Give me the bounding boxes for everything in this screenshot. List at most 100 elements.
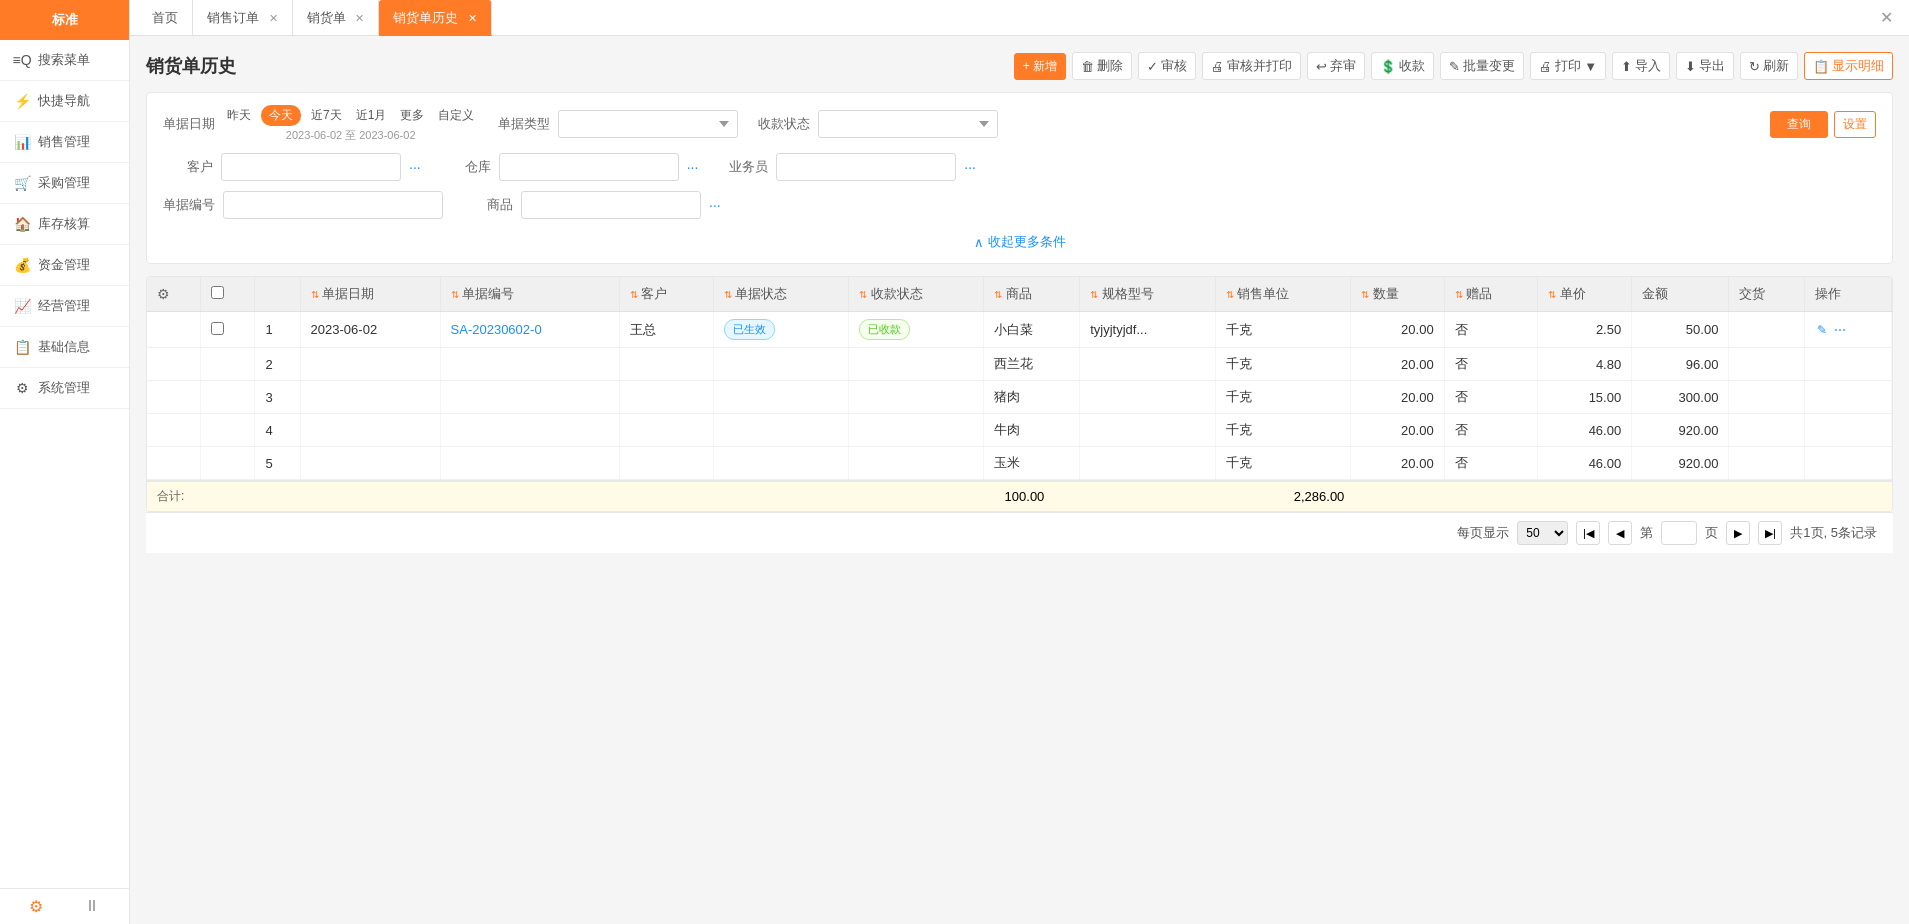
- export-button[interactable]: ⬇ 导出: [1676, 52, 1734, 80]
- customer-input[interactable]: [221, 153, 401, 181]
- show-detail-button[interactable]: 📋 显示明细: [1804, 52, 1893, 80]
- cell-gear: [147, 381, 201, 414]
- sidebar-item-purchase-mgmt[interactable]: 🛒 采购管理: [0, 163, 129, 204]
- cell-checkbox[interactable]: [201, 348, 255, 381]
- collect-status-select[interactable]: [818, 110, 998, 138]
- goods-ellipsis[interactable]: ···: [709, 197, 721, 213]
- th-amount: 金额: [1632, 277, 1729, 312]
- cell-goods: 西兰花: [984, 348, 1080, 381]
- th-checkbox[interactable]: [201, 277, 255, 312]
- cell-checkbox[interactable]: [201, 312, 255, 348]
- sidebar-item-finance[interactable]: 💰 资金管理: [0, 245, 129, 286]
- first-page-button[interactable]: |◀: [1576, 521, 1600, 545]
- tab-sales-delivery[interactable]: 销货单 ✕: [293, 0, 380, 36]
- new-button[interactable]: + 新增: [1014, 53, 1066, 80]
- query-button[interactable]: 查询: [1770, 111, 1828, 138]
- per-page-select[interactable]: 50 100 200: [1517, 521, 1568, 545]
- batch-change-button[interactable]: ✎ 批量变更: [1440, 52, 1524, 80]
- th-gift[interactable]: ⇅ 赠品: [1444, 277, 1538, 312]
- date-btn-custom[interactable]: 自定义: [434, 105, 478, 126]
- sidebar-item-ops[interactable]: 📈 经营管理: [0, 286, 129, 327]
- sales-rep-ellipsis[interactable]: ···: [964, 159, 976, 175]
- th-customer[interactable]: ⇅ 客户: [619, 277, 713, 312]
- collect-button[interactable]: 💲 收款: [1371, 52, 1434, 80]
- th-goods[interactable]: ⇅ 商品: [984, 277, 1080, 312]
- import-button[interactable]: ⬆ 导入: [1612, 52, 1670, 80]
- date-btn-7days[interactable]: 近7天: [307, 105, 346, 126]
- warehouse-input[interactable]: [499, 153, 679, 181]
- date-btn-today[interactable]: 今天: [261, 105, 301, 126]
- tab-sales-history[interactable]: 销货单历史 ✕: [379, 0, 492, 36]
- close-tab-sales-history[interactable]: ✕: [468, 12, 477, 24]
- th-transaction: 交货: [1729, 277, 1804, 312]
- prev-page-button[interactable]: ◀: [1608, 521, 1632, 545]
- th-doc-no[interactable]: ⇅ 单据编号: [440, 277, 619, 312]
- cell-doc-status: [713, 348, 848, 381]
- tab-sales-order[interactable]: 销售订单 ✕: [193, 0, 293, 36]
- cell-checkbox[interactable]: [201, 381, 255, 414]
- close-tab-sales-order[interactable]: ✕: [269, 12, 278, 24]
- delete-button[interactable]: 🗑 删除: [1072, 52, 1132, 80]
- th-doc-date[interactable]: ⇅ 单据日期: [300, 277, 440, 312]
- sidebar-item-basic-info[interactable]: 📋 基础信息: [0, 327, 129, 368]
- sidebar-item-sys-mgmt[interactable]: ⚙ 系统管理: [0, 368, 129, 409]
- doc-no-link[interactable]: SA-20230602-0: [451, 322, 542, 337]
- more-action[interactable]: ⋯: [1832, 321, 1848, 339]
- select-all-checkbox[interactable]: [211, 286, 224, 299]
- doc-no-input[interactable]: [223, 191, 443, 219]
- cell-action: [1804, 381, 1891, 414]
- audit-print-button[interactable]: 🖨 审核并打印: [1202, 52, 1301, 80]
- discard-button[interactable]: ↩ 弃审: [1307, 52, 1365, 80]
- customer-ellipsis[interactable]: ···: [409, 159, 421, 175]
- cell-doc-date: [300, 447, 440, 480]
- table-row: 1 2023-06-02 SA-20230602-0 王总 已生效 已收款 小白…: [147, 312, 1892, 348]
- warehouse-ellipsis[interactable]: ···: [687, 159, 699, 175]
- doc-type-select[interactable]: [558, 110, 738, 138]
- sidebar-item-inventory[interactable]: 🏠 库存核算: [0, 204, 129, 245]
- th-sales-unit[interactable]: ⇅ 销售单位: [1215, 277, 1350, 312]
- next-page-button[interactable]: ▶: [1726, 521, 1750, 545]
- sidebar-item-search-menu[interactable]: ≡Q 搜索菜单: [0, 40, 129, 81]
- date-range-value: 2023-06-02 至 2023-06-02: [286, 128, 416, 143]
- date-btn-1month[interactable]: 近1月: [352, 105, 391, 126]
- date-btn-yesterday[interactable]: 昨天: [223, 105, 255, 126]
- page-content-area: 销货单历史 + 新增 🗑 删除 ✓ 审核 🖨 审核并打印 ↩ 弃审: [130, 36, 1909, 924]
- status-badge: 已生效: [724, 319, 775, 340]
- collapse-filter-button[interactable]: ∧ 收起更多条件: [163, 229, 1876, 251]
- sidebar-item-sales-mgmt[interactable]: 📊 销售管理: [0, 122, 129, 163]
- gear-settings-icon[interactable]: ⚙: [157, 286, 170, 302]
- date-btn-more[interactable]: 更多: [396, 105, 428, 126]
- cell-checkbox[interactable]: [201, 414, 255, 447]
- last-page-button[interactable]: ▶|: [1758, 521, 1782, 545]
- sidebar-collapse-icon[interactable]: ⏸: [84, 897, 100, 916]
- settings-button[interactable]: 设置: [1834, 111, 1876, 138]
- sidebar-logo: 标准: [0, 0, 129, 40]
- cell-goods: 玉米: [984, 447, 1080, 480]
- edit-action[interactable]: ✎: [1815, 321, 1829, 339]
- row-checkbox[interactable]: [211, 322, 224, 335]
- th-collect-status[interactable]: ⇅ 收款状态: [848, 277, 983, 312]
- th-quantity[interactable]: ⇅ 数量: [1350, 277, 1444, 312]
- refresh-button[interactable]: ↻ 刷新: [1740, 52, 1798, 80]
- cell-checkbox[interactable]: [201, 447, 255, 480]
- goods-input[interactable]: [521, 191, 701, 219]
- th-unit-price[interactable]: ⇅ 单价: [1538, 277, 1632, 312]
- audit-button[interactable]: ✓ 审核: [1138, 52, 1196, 80]
- th-gear[interactable]: ⚙: [147, 277, 201, 312]
- goods-label: 商品: [463, 196, 513, 214]
- close-tab-sales-delivery[interactable]: ✕: [355, 12, 364, 24]
- th-spec-type[interactable]: ⇅ 规格型号: [1080, 277, 1215, 312]
- close-all-tabs-button[interactable]: ✕: [1872, 8, 1901, 27]
- cell-quantity: 20.00: [1350, 348, 1444, 381]
- sales-rep-input[interactable]: [776, 153, 956, 181]
- tab-home[interactable]: 首页: [138, 0, 193, 36]
- th-doc-status[interactable]: ⇅ 单据状态: [713, 277, 848, 312]
- cell-amount: 920.00: [1632, 414, 1729, 447]
- main-content: 首页 销售订单 ✕ 销货单 ✕ 销货单历史 ✕ ✕ 销货单历史 + 新增 🗑 删…: [130, 0, 1909, 924]
- print-button[interactable]: 🖨 打印 ▼: [1530, 52, 1606, 80]
- cell-row-num: 3: [255, 381, 300, 414]
- date-range-picker: 昨天 今天 近7天 近1月 更多 自定义 2023-06-02 至 2023-0…: [223, 105, 478, 143]
- sidebar-item-quick-nav[interactable]: ⚡ 快捷导航: [0, 81, 129, 122]
- sidebar-settings-icon[interactable]: ⚙: [29, 897, 43, 916]
- page-number-input[interactable]: 1: [1661, 521, 1697, 545]
